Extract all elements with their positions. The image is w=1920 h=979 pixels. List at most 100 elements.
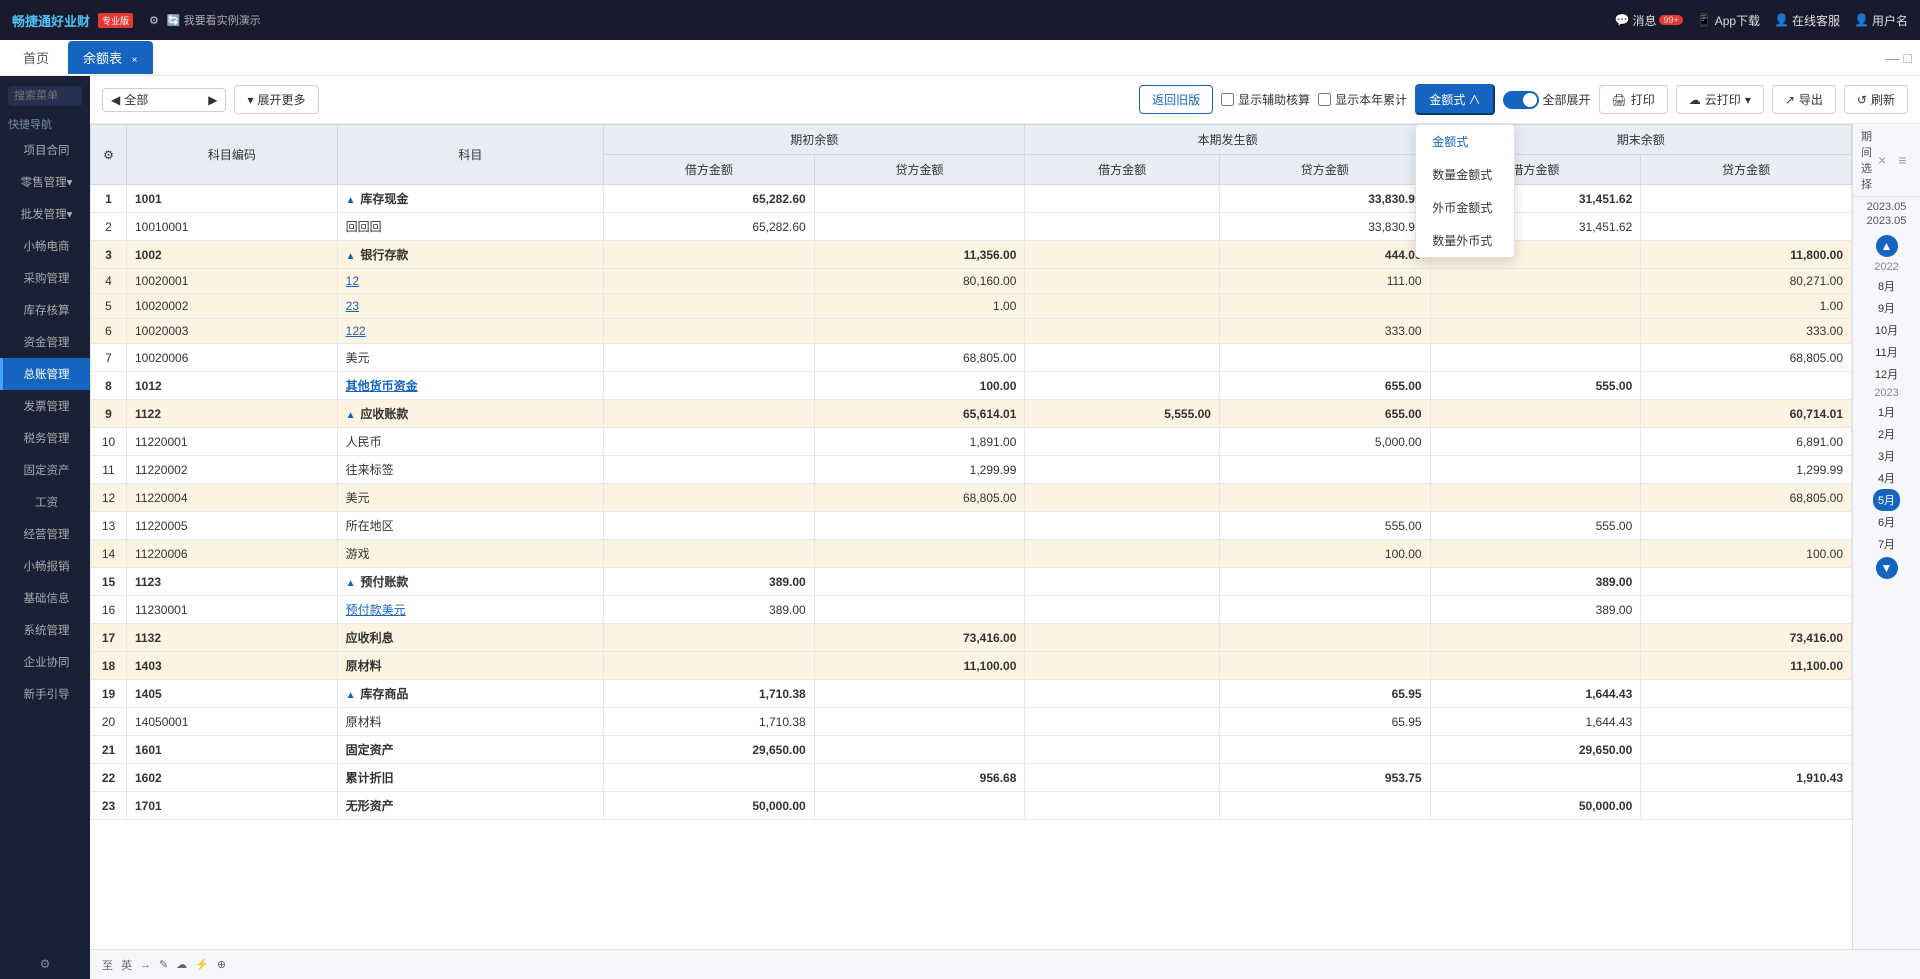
sidebar-item-ledger[interactable]: 总账管理 xyxy=(0,358,90,390)
month-nav: ▲ 20228月9月10月11月12月20231月2月3月4月5月6月7月 ▼ xyxy=(1853,231,1920,583)
user-avatar[interactable]: 👤 用户名 xyxy=(1854,12,1908,29)
config-icon[interactable]: ⚙ xyxy=(149,14,159,27)
subject-search-box[interactable]: ◀ ▶ xyxy=(102,88,226,112)
print-btn[interactable]: 🖨 打印 xyxy=(1599,85,1668,114)
app-download-btn[interactable]: 📱 App下载 xyxy=(1697,12,1760,29)
maximize-icon[interactable]: □ xyxy=(1904,50,1912,66)
ytd-checkbox-input[interactable] xyxy=(1318,93,1331,106)
show-ytd-checkbox[interactable]: 显示本年累计 xyxy=(1318,91,1407,108)
table-row: 11001▲ 库存现金65,282.6033,830.9831,451.62 xyxy=(91,185,1852,213)
sidebar-item-system[interactable]: 系统管理 xyxy=(0,614,90,646)
month-item[interactable]: 4月 xyxy=(1873,467,1900,489)
row-name: 美元 xyxy=(337,344,603,372)
expand-icon[interactable]: ▲ xyxy=(346,410,359,421)
sidebar-item-basic-info[interactable]: 基础信息 xyxy=(0,582,90,614)
sidebar-item-collab[interactable]: 企业协同 xyxy=(0,646,90,678)
row-name[interactable]: 12 xyxy=(337,269,603,294)
sidebar-item-guide[interactable]: 新手引导 xyxy=(0,678,90,710)
month-nav-up[interactable]: ▲ xyxy=(1876,235,1898,257)
sidebar-item-operations[interactable]: 经营管理 xyxy=(0,518,90,550)
row-code: 1012 xyxy=(127,372,338,400)
bottom-arrow[interactable]: → xyxy=(140,959,151,971)
panel-expand-btn[interactable]: ≡ xyxy=(1892,150,1912,170)
sidebar-item-invoice[interactable]: 发票管理 xyxy=(0,390,90,422)
bottom-at[interactable]: 至 xyxy=(102,957,113,973)
panel-close-btn[interactable]: × xyxy=(1872,150,1892,170)
show-assist-checkbox[interactable]: 显示辅助核算 xyxy=(1221,91,1310,108)
toggle-track[interactable] xyxy=(1503,91,1539,109)
sidebar-item-project[interactable]: 项目合同 xyxy=(0,134,90,166)
row-number: 13 xyxy=(91,512,127,540)
sidebar-item-expense[interactable]: 小畅报销 xyxy=(0,550,90,582)
th-settings[interactable]: ⚙ xyxy=(91,125,127,185)
sidebar-item-inventory[interactable]: 库存核算 xyxy=(0,294,90,326)
tab-balance[interactable]: 余额表 × xyxy=(68,41,152,74)
expand-icon[interactable]: ▲ xyxy=(346,195,359,206)
assist-checkbox-input[interactable] xyxy=(1221,93,1234,106)
return-old-btn[interactable]: 返回旧版 xyxy=(1139,85,1213,114)
expand-all-toggle[interactable]: 全部展开 xyxy=(1503,91,1591,109)
sidebar-item-purchase[interactable]: 采购管理 xyxy=(0,262,90,294)
sidebar-item-retail[interactable]: 零售管理 ▾ xyxy=(0,166,90,198)
month-item[interactable]: 3月 xyxy=(1873,445,1900,467)
export-btn[interactable]: ↗ 导出 xyxy=(1772,85,1836,114)
sidebar-item-wholesale[interactable]: 批发管理 ▾ xyxy=(0,198,90,230)
ob-credit xyxy=(814,568,1025,596)
sidebar-item-finance[interactable]: 资金管理 xyxy=(0,326,90,358)
sidebar-item-fixed-assets[interactable]: 固定资产 xyxy=(0,454,90,486)
bottom-edit[interactable]: ✎ xyxy=(159,958,168,971)
pd-credit: 33,830.98 xyxy=(1219,185,1430,213)
month-item[interactable]: 11月 xyxy=(1873,341,1900,363)
month-item[interactable]: 9月 xyxy=(1873,297,1900,319)
view-mode-currency-amount[interactable]: 外币金额式 xyxy=(1416,191,1514,224)
demo-link[interactable]: 🔄 我要看实例演示 xyxy=(167,12,261,28)
eb-debit xyxy=(1430,400,1641,428)
row-name: ▲ 库存现金 xyxy=(337,185,603,213)
row-name[interactable]: 122 xyxy=(337,319,603,344)
tab-home[interactable]: 首页 xyxy=(8,41,64,74)
search-right-icon[interactable]: ▶ xyxy=(208,93,217,107)
subject-search-input[interactable] xyxy=(124,93,204,107)
sidebar-item-ecom[interactable]: 小畅电商 xyxy=(0,230,90,262)
search-input[interactable] xyxy=(8,86,82,106)
expand-more-btn[interactable]: ▾ 展开更多 xyxy=(234,85,318,114)
month-item[interactable]: 8月 xyxy=(1873,275,1900,297)
row-name[interactable]: 预付款美元 xyxy=(337,596,603,624)
view-mode-qty-currency[interactable]: 数量外币式 xyxy=(1416,224,1514,257)
eb-credit: 6,891.00 xyxy=(1641,428,1852,456)
ob-debit xyxy=(604,241,815,269)
bottom-lightning[interactable]: ⚡ xyxy=(195,958,209,971)
row-code: 11230001 xyxy=(127,596,338,624)
sidebar-item-payroll[interactable]: 工资 xyxy=(0,486,90,518)
view-mode-amount[interactable]: 金额式 xyxy=(1416,125,1514,158)
bottom-cloud[interactable]: ☁ xyxy=(176,958,187,971)
row-code: 14050001 xyxy=(127,708,338,736)
cloud-print-btn[interactable]: ☁ 云打印 ▾ xyxy=(1676,85,1764,114)
month-item[interactable]: 2月 xyxy=(1873,423,1900,445)
row-name[interactable]: 23 xyxy=(337,294,603,319)
sidebar-settings-btn[interactable]: ⚙ xyxy=(0,949,90,979)
month-item[interactable]: 7月 xyxy=(1873,533,1900,555)
sidebar-item-tax[interactable]: 税务管理 xyxy=(0,422,90,454)
online-service-btn[interactable]: 👤 在线客服 xyxy=(1774,12,1840,29)
expand-icon[interactable]: ▲ xyxy=(346,690,359,701)
pd-credit xyxy=(1219,792,1430,820)
month-nav-down[interactable]: ▼ xyxy=(1876,557,1898,579)
row-name[interactable]: 其他货币资金 xyxy=(337,372,603,400)
expand-icon[interactable]: ▲ xyxy=(346,578,359,589)
view-mode-btn[interactable]: 金额式 ∧ xyxy=(1415,84,1494,115)
bottom-add[interactable]: ⊕ xyxy=(217,958,226,971)
month-item[interactable]: 6月 xyxy=(1873,511,1900,533)
month-item[interactable]: 1月 xyxy=(1873,401,1900,423)
view-mode-qty-amount[interactable]: 数量金额式 xyxy=(1416,158,1514,191)
bottom-en[interactable]: 英 xyxy=(121,957,132,973)
month-item[interactable]: 5月 xyxy=(1873,489,1900,511)
message-btn[interactable]: 💬 消息 99+ xyxy=(1615,12,1683,29)
month-item[interactable]: 10月 xyxy=(1873,319,1900,341)
refresh-btn[interactable]: ↺ 刷新 xyxy=(1844,85,1908,114)
minimize-icon[interactable]: — xyxy=(1886,50,1900,66)
row-number: 5 xyxy=(91,294,127,319)
tab-close-icon[interactable]: × xyxy=(132,55,138,66)
expand-icon[interactable]: ▲ xyxy=(346,251,359,262)
month-item[interactable]: 12月 xyxy=(1873,363,1900,385)
